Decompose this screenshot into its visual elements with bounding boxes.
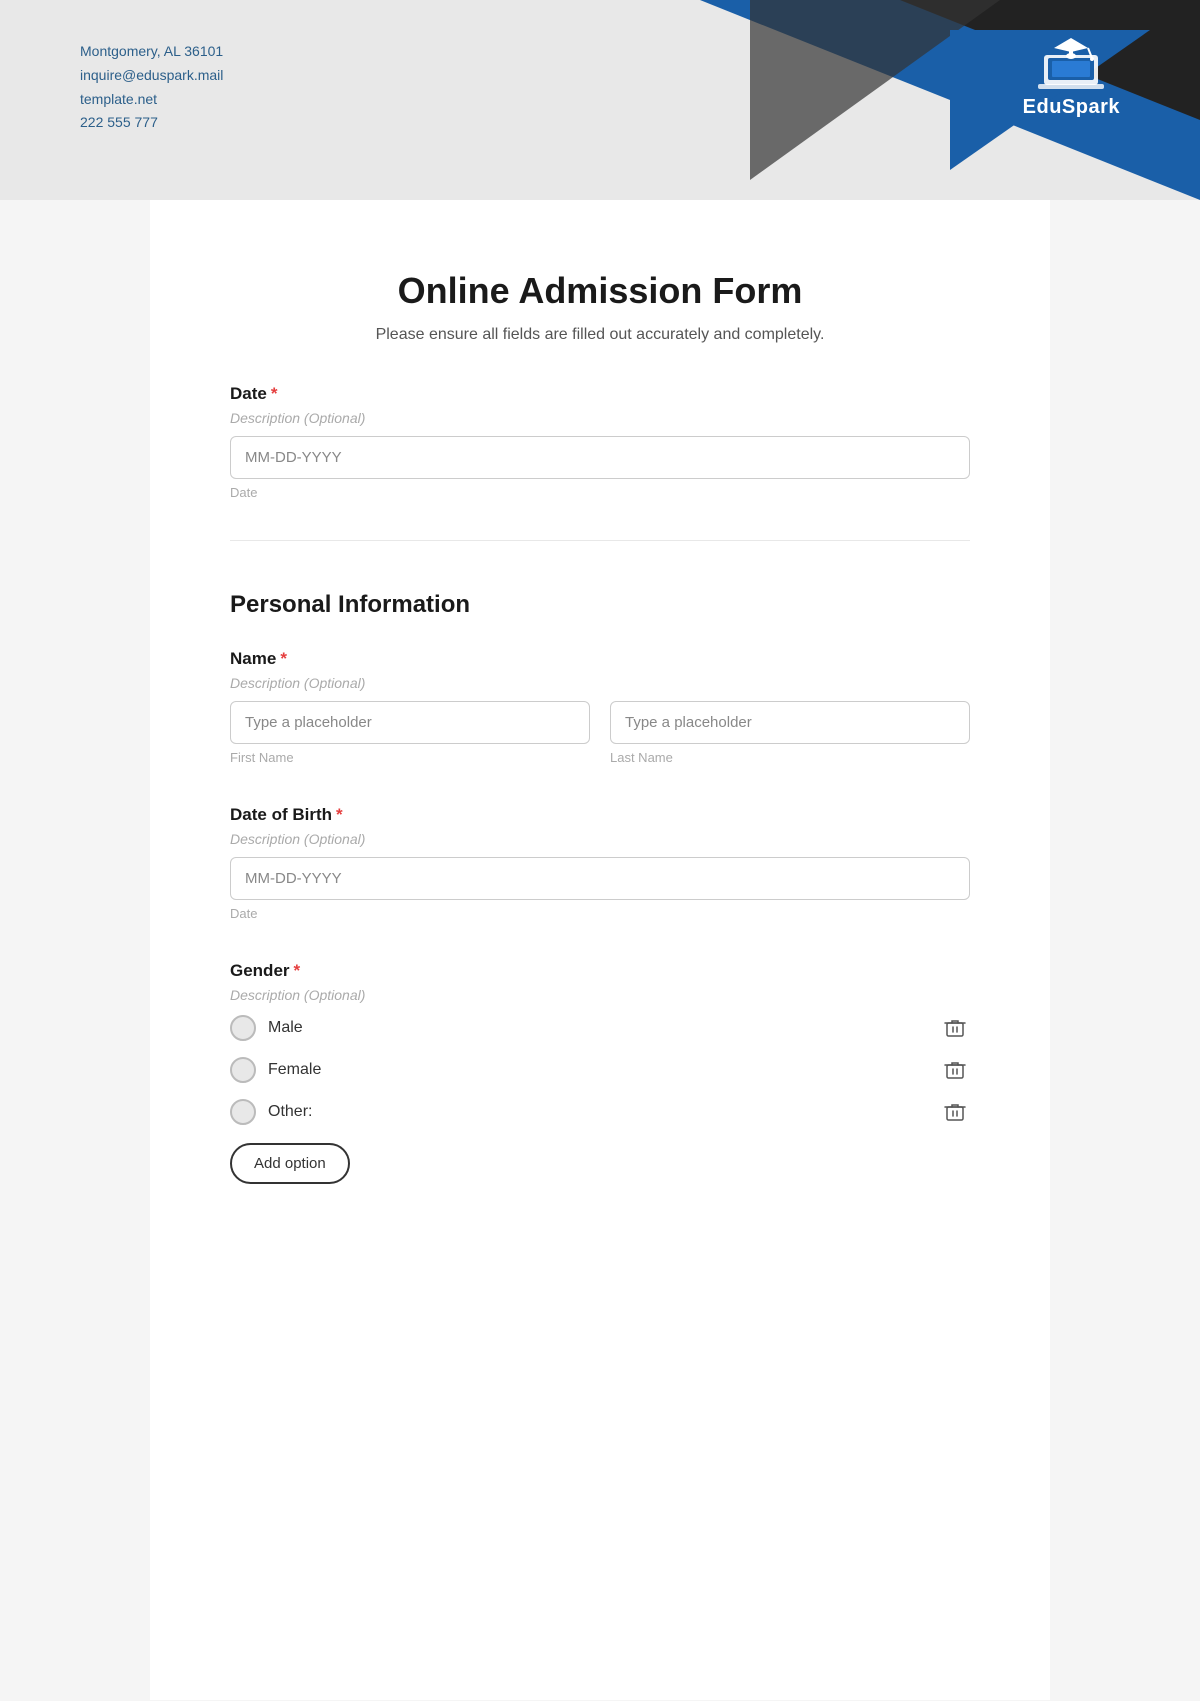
personal-info-title: Personal Information: [230, 571, 970, 619]
gender-radio-male[interactable]: [230, 1015, 256, 1041]
name-required-star: *: [280, 649, 287, 669]
first-name-input[interactable]: [230, 701, 590, 744]
section-divider: [230, 540, 970, 541]
gender-female-delete-icon[interactable]: [940, 1055, 970, 1085]
gender-section: Gender * Description (Optional) Male: [230, 961, 970, 1184]
contact-line4: 222 555 777: [80, 111, 223, 135]
gender-other-delete-icon[interactable]: [940, 1097, 970, 1127]
gender-radio-other[interactable]: [230, 1099, 256, 1125]
eduspark-logo-icon: [1036, 30, 1106, 90]
name-row: First Name Last Name: [230, 701, 970, 765]
gender-male-delete-icon[interactable]: [940, 1013, 970, 1043]
name-label: Name *: [230, 649, 970, 669]
date-label: Date *: [230, 384, 970, 404]
last-name-hint: Last Name: [610, 750, 970, 765]
dob-description: Description (Optional): [230, 831, 970, 847]
date-section: Date * Description (Optional) Date: [230, 384, 970, 500]
gender-male-label: Male: [268, 1019, 303, 1037]
logo-text: EduSpark: [1023, 96, 1120, 119]
gender-option-female-left: Female: [230, 1057, 321, 1083]
dob-hint: Date: [230, 906, 970, 921]
name-description: Description (Optional): [230, 675, 970, 691]
gender-option-male-left: Male: [230, 1015, 303, 1041]
header-logo: EduSpark: [1023, 30, 1120, 119]
dob-section: Date of Birth * Description (Optional) D…: [230, 805, 970, 921]
dob-input[interactable]: [230, 857, 970, 900]
gender-required-star: *: [294, 961, 301, 981]
first-name-hint: First Name: [230, 750, 590, 765]
form-title: Online Admission Form: [230, 270, 970, 312]
last-name-field: Last Name: [610, 701, 970, 765]
add-option-label: Add option: [254, 1155, 326, 1172]
personal-info-section: Personal Information Name * Description …: [230, 571, 970, 1184]
gender-female-label: Female: [268, 1061, 321, 1079]
gender-radio-group: Male Female: [230, 1013, 970, 1127]
last-name-input[interactable]: [610, 701, 970, 744]
gender-radio-female[interactable]: [230, 1057, 256, 1083]
date-description: Description (Optional): [230, 410, 970, 426]
gender-description: Description (Optional): [230, 987, 970, 1003]
date-input[interactable]: [230, 436, 970, 479]
date-required-star: *: [271, 384, 278, 404]
add-option-button[interactable]: Add option: [230, 1143, 350, 1184]
main-content: Online Admission Form Please ensure all …: [150, 200, 1050, 1700]
gender-option-male: Male: [230, 1013, 970, 1043]
date-hint: Date: [230, 485, 970, 500]
gender-option-female: Female: [230, 1055, 970, 1085]
gender-other-label: Other:: [268, 1103, 312, 1121]
name-section: Name * Description (Optional) First Name…: [230, 649, 970, 765]
page-header: Montgomery, AL 36101 inquire@eduspark.ma…: [0, 0, 1200, 200]
dob-required-star: *: [336, 805, 343, 825]
header-contact: Montgomery, AL 36101 inquire@eduspark.ma…: [80, 40, 223, 135]
contact-line3: template.net: [80, 88, 223, 112]
gender-option-other-left: Other:: [230, 1099, 312, 1125]
contact-line2: inquire@eduspark.mail: [80, 64, 223, 88]
gender-label: Gender *: [230, 961, 970, 981]
dob-label: Date of Birth *: [230, 805, 970, 825]
form-subtitle: Please ensure all fields are filled out …: [230, 326, 970, 344]
gender-option-other: Other:: [230, 1097, 970, 1127]
first-name-field: First Name: [230, 701, 590, 765]
contact-line1: Montgomery, AL 36101: [80, 40, 223, 64]
